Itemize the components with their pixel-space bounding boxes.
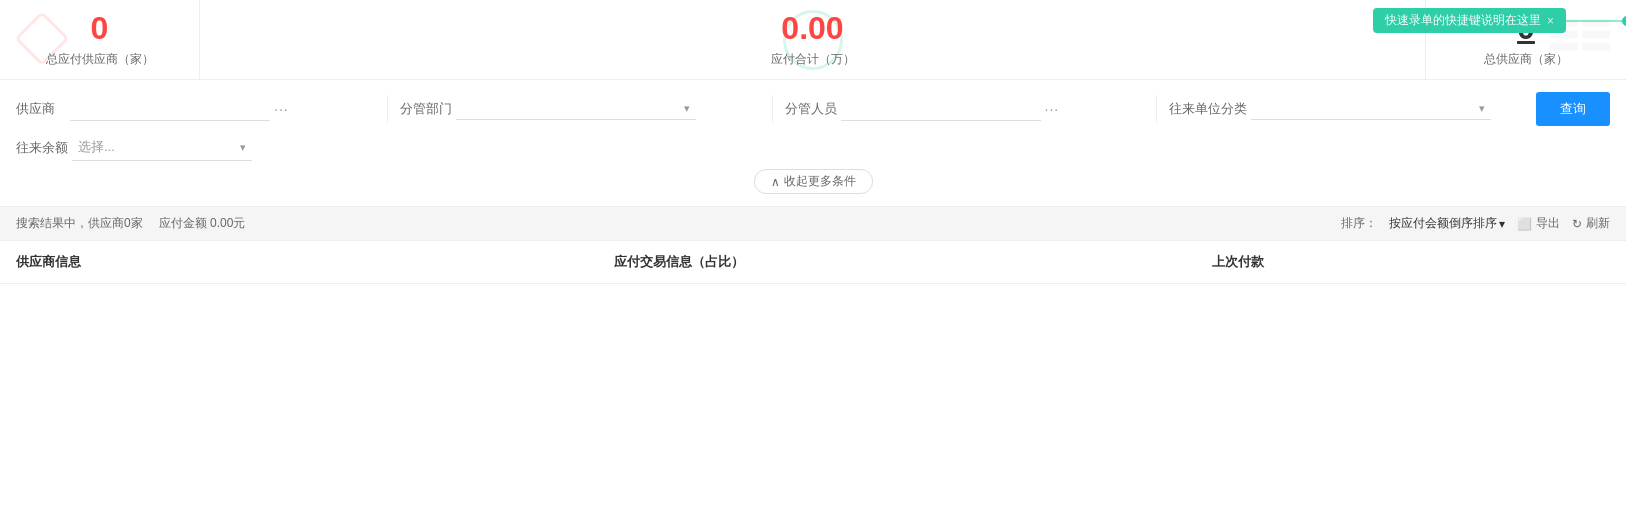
divider-3: [1156, 95, 1157, 123]
tooltip-dot: [1622, 16, 1626, 26]
filter-row-2: 往来余额 选择... ▾: [16, 134, 1610, 161]
table-header: 供应商信息 应付交易信息（占比） 上次付款: [0, 241, 1626, 284]
unit-category-chevron: ▾: [1479, 102, 1485, 115]
supplier-dots[interactable]: ···: [274, 101, 289, 117]
collapse-label: 收起更多条件: [784, 173, 856, 190]
amount-result-text: 应付金额 0.00元: [159, 215, 246, 232]
filter-person: 分管人员 ···: [785, 97, 1144, 121]
payable-total-label: 应付合计（万）: [771, 51, 855, 68]
col-header-supplier-info: 供应商信息: [16, 253, 614, 271]
payable-total-number: 0.00: [771, 11, 855, 46]
filter-department: 分管部门 ▾: [400, 98, 759, 120]
stat-payable-total: 0.00 应付合计（万）: [200, 0, 1426, 79]
total-payable-label: 总应付供应商（家）: [46, 51, 154, 68]
table-body: [0, 284, 1626, 515]
divider-1: [387, 95, 388, 123]
department-select[interactable]: ▾: [456, 98, 696, 120]
person-input[interactable]: [841, 97, 1041, 121]
filter-balance: 往来余额 选择... ▾: [16, 134, 336, 161]
filter-bar: 供应商 ··· 分管部门 ▾ 分管人员 ··· 往来单位分类 ▾: [0, 80, 1626, 207]
collapse-up-icon: ∧: [771, 175, 780, 189]
sort-label: 排序：: [1341, 215, 1377, 232]
export-button[interactable]: ⬜ 导出: [1517, 215, 1560, 232]
results-right: 排序： 按应付会额倒序排序 ▾ ⬜ 导出 ↻ 刷新: [1341, 215, 1610, 232]
sort-select[interactable]: 按应付会额倒序排序 ▾: [1389, 215, 1505, 232]
query-button[interactable]: 查询: [1536, 92, 1610, 126]
filter-row-1: 供应商 ··· 分管部门 ▾ 分管人员 ··· 往来单位分类 ▾: [16, 92, 1610, 126]
export-label: 导出: [1536, 215, 1560, 232]
supplier-label: 供应商: [16, 100, 66, 118]
supplier-input[interactable]: [70, 97, 270, 121]
results-bar: 搜索结果中，供应商0家 应付金额 0.00元 排序： 按应付会额倒序排序 ▾ ⬜…: [0, 207, 1626, 241]
quick-shortcut-tooltip: 快速录单的快捷键说明在这里 ×: [1373, 8, 1566, 33]
divider-2: [772, 95, 773, 123]
balance-chevron: ▾: [240, 141, 246, 154]
balance-select[interactable]: 选择... ▾: [72, 134, 252, 161]
department-chevron: ▾: [684, 102, 690, 115]
col-header-transaction-info: 应付交易信息（占比）: [614, 253, 1212, 271]
sort-value: 按应付会额倒序排序: [1389, 215, 1497, 232]
tooltip-text: 快速录单的快捷键说明在这里: [1385, 12, 1541, 29]
export-icon: ⬜: [1517, 217, 1532, 231]
total-suppliers-label: 总供应商（家）: [1484, 51, 1568, 68]
balance-label: 往来余额: [16, 139, 68, 157]
unit-category-select[interactable]: ▾: [1251, 98, 1491, 120]
refresh-button[interactable]: ↻ 刷新: [1572, 215, 1610, 232]
balance-placeholder: 选择...: [78, 138, 115, 156]
sort-chevron: ▾: [1499, 217, 1505, 231]
person-label: 分管人员: [785, 100, 837, 118]
filter-supplier: 供应商 ···: [16, 97, 375, 121]
svg-rect-5: [1582, 30, 1610, 38]
collapse-button[interactable]: ∧ 收起更多条件: [754, 169, 873, 194]
svg-rect-6: [1582, 42, 1610, 50]
stat-total-payable-suppliers: 0 总应付供应商（家）: [0, 0, 200, 79]
col-header-last-payment: 上次付款: [1212, 253, 1611, 271]
results-left: 搜索结果中，供应商0家 应付金额 0.00元: [16, 215, 245, 232]
person-dots[interactable]: ···: [1045, 101, 1060, 117]
tooltip-close[interactable]: ×: [1547, 14, 1554, 28]
refresh-icon: ↻: [1572, 217, 1582, 231]
total-payable-number: 0: [46, 11, 154, 46]
collapse-row: ∧ 收起更多条件: [16, 169, 1610, 194]
filter-unit-category: 往来单位分类 ▾: [1169, 98, 1528, 120]
search-result-text: 搜索结果中，供应商0家: [16, 215, 143, 232]
refresh-label: 刷新: [1586, 215, 1610, 232]
department-label: 分管部门: [400, 100, 452, 118]
unit-category-label: 往来单位分类: [1169, 100, 1247, 118]
